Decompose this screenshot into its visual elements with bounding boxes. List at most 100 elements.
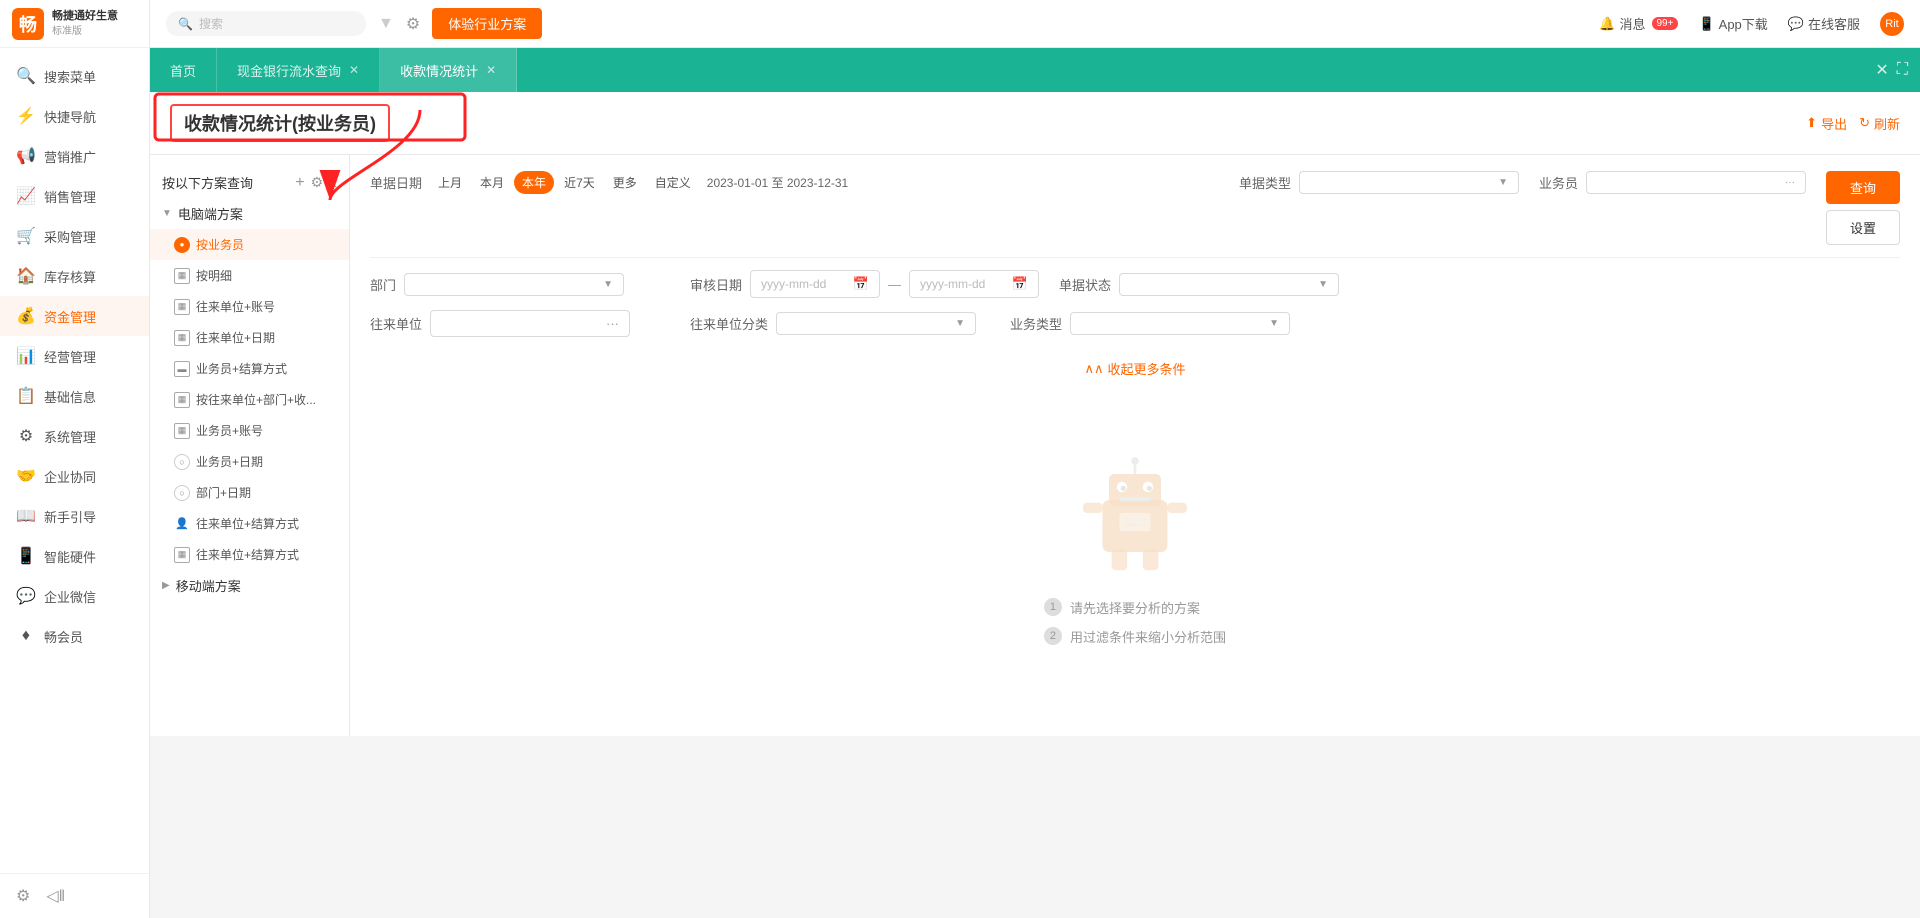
app-download-button[interactable]: 📱 App下载 (1698, 14, 1767, 33)
filter-row-3: 往来单位 ··· 往来单位分类 (370, 310, 1900, 337)
right-panel: 单据日期 上月 本月 本年 近7天 更多 自定义 (350, 155, 1920, 736)
sales-icon: 📈 (16, 186, 36, 206)
partner-settle2-icon: ▦ (174, 547, 190, 563)
member-icon: ♦ (16, 626, 36, 646)
scheme-settings-icon[interactable]: ⚙ (311, 174, 324, 191)
date-btn-7days[interactable]: 近7天 (556, 171, 603, 194)
tab-bank-close[interactable]: ✕ (349, 63, 359, 77)
settings-button[interactable]: 设置 (1826, 210, 1900, 245)
guide-icon: 📖 (16, 506, 36, 526)
scheme-item-salesperson-date[interactable]: ○ 业务员+日期 (150, 446, 349, 477)
page-title: 收款情况统计(按业务员) (170, 104, 390, 142)
window-expand-btn[interactable]: ⛶ (1897, 61, 1908, 79)
sidebar-item-purchase[interactable]: 🛒 采购管理 (0, 216, 149, 256)
online-service-button[interactable]: 💬 在线客服 (1788, 14, 1860, 33)
collapse-bar[interactable]: ∧∧ 收起更多条件 (350, 349, 1920, 388)
page-content: 收款情况统计(按业务员) ⬆ 导出 ↻ 刷新 按以下方 (150, 92, 1920, 918)
scheme-item-salesperson-account[interactable]: ▦ 业务员+账号 (150, 415, 349, 446)
system-icon: ⚙ (16, 426, 36, 446)
date-range-display: 2023-01-01 至 2023-12-31 (707, 174, 848, 191)
biz-type-chevron: ▼ (1269, 318, 1279, 329)
scheme-item-partner-date[interactable]: ▦ 往来单位+日期 (150, 322, 349, 353)
filter-section: 单据日期 上月 本月 本年 近7天 更多 自定义 (350, 155, 1920, 388)
doc-type-label: 单据类型 (1239, 173, 1291, 192)
partner-category-chevron: ▼ (955, 318, 965, 329)
scheme-item-partner-settle1[interactable]: 👤 往来单位+结算方式 (150, 508, 349, 539)
date-btn-this-year[interactable]: 本年 (514, 171, 554, 194)
wechat-icon: 💬 (16, 586, 36, 606)
partner-select[interactable]: ··· (430, 310, 630, 337)
biz-type-select[interactable]: ▼ (1070, 312, 1290, 335)
partner-category-label: 往来单位分类 (690, 314, 768, 333)
message-button[interactable]: 🔔 消息 99+ (1599, 14, 1678, 33)
scheme-item-salesperson-settle[interactable]: ▬ 业务员+结算方式 (150, 353, 349, 384)
query-button[interactable]: 查询 (1826, 171, 1900, 204)
calendar-icon-2: 📅 (1012, 276, 1028, 292)
add-scheme-icon[interactable]: + (295, 174, 304, 192)
marketing-icon: 📢 (16, 146, 36, 166)
scheme-item-detail[interactable]: ▦ 按明细 (150, 260, 349, 291)
sidebar-item-marketing[interactable]: 📢 营销推广 (0, 136, 149, 176)
window-close-btn[interactable]: ✕ (1875, 60, 1888, 80)
tabbar: 首页 现金银行流水查询 ✕ 收款情况统计 ✕ ✕ ⛶ (150, 48, 1920, 92)
collapse-panel-icon[interactable]: « (329, 175, 337, 191)
review-date-label: 审核日期 (690, 275, 742, 294)
sidebar-collapse-icon[interactable]: ◁‖ (46, 886, 65, 906)
sidebar-item-member[interactable]: ♦ 畅会员 (0, 616, 149, 656)
sidebar-item-sales[interactable]: 📈 销售管理 (0, 176, 149, 216)
sidebar-item-guide[interactable]: 📖 新手引导 (0, 496, 149, 536)
sidebar-item-finance[interactable]: 💰 资金管理 (0, 296, 149, 336)
trial-button[interactable]: 体验行业方案 (432, 8, 542, 39)
sidebar-item-quicknav[interactable]: ⚡ 快捷导航 (0, 96, 149, 136)
date-btn-custom[interactable]: 自定义 (647, 171, 699, 194)
purchase-icon: 🛒 (16, 226, 36, 246)
doc-type-select[interactable]: ▼ (1299, 171, 1519, 194)
scheme-group-pc-title[interactable]: ▼ 电脑端方案 (150, 198, 349, 229)
scheme-group-mobile: ▶ 移动端方案 (150, 570, 349, 601)
date-options: 上月 本月 本年 近7天 更多 自定义 (430, 171, 699, 194)
scheme-item-partner-settle2[interactable]: ▦ 往来单位+结算方式 (150, 539, 349, 570)
refresh-button[interactable]: ↻ 刷新 (1859, 114, 1900, 133)
tab-collection-close[interactable]: ✕ (486, 63, 496, 77)
user-avatar[interactable]: Rit (1880, 12, 1904, 36)
calendar-icon: 📅 (853, 276, 869, 292)
collapse-icon: ∧∧ (1084, 361, 1103, 377)
tab-home[interactable]: 首页 (150, 48, 217, 92)
tab-collection[interactable]: 收款情况统计 ✕ (380, 48, 517, 92)
export-button[interactable]: ⬆ 导出 (1806, 114, 1847, 133)
partner-category-select[interactable]: ▼ (776, 312, 976, 335)
topbar-search[interactable]: 🔍 搜索 (166, 11, 366, 36)
dept-select[interactable]: ▼ (404, 273, 624, 296)
scheme-item-dept-date[interactable]: ○ 部门+日期 (150, 477, 349, 508)
scheme-group-mobile-title[interactable]: ▶ 移动端方案 (150, 570, 349, 601)
sidebar-item-enterprise[interactable]: 🤝 企业协同 (0, 456, 149, 496)
tab-bank[interactable]: 现金银行流水查询 ✕ (217, 48, 380, 92)
scheme-item-partner-dept[interactable]: ▦ 按往来单位+部门+收... (150, 384, 349, 415)
salesperson-settle-icon: ▬ (174, 361, 190, 377)
dropdown-icon[interactable]: ▼ (378, 15, 394, 33)
sidebar-item-operations[interactable]: 📊 经营管理 (0, 336, 149, 376)
sidebar-item-wechat[interactable]: 💬 企业微信 (0, 576, 149, 616)
sidebar-item-hardware[interactable]: 📱 智能硬件 (0, 536, 149, 576)
date-btn-this-month[interactable]: 本月 (472, 171, 512, 194)
salesperson-label: 业务员 (1539, 173, 1578, 192)
sidebar-settings-icon[interactable]: ⚙ (16, 886, 30, 906)
date-btn-last-month[interactable]: 上月 (430, 171, 470, 194)
empty-robot-illustration (1070, 448, 1200, 578)
scheme-item-salesperson[interactable]: ● 按业务员 (150, 229, 349, 260)
logo-icon: 畅 (12, 8, 44, 40)
review-date-from[interactable]: yyyy-mm-dd 📅 (750, 270, 880, 298)
enterprise-icon: 🤝 (16, 466, 36, 486)
scheme-item-partner-account[interactable]: ▦ 往来单位+账号 (150, 291, 349, 322)
partner-dept-icon: ▦ (174, 392, 190, 408)
date-btn-more[interactable]: 更多 (605, 171, 645, 194)
biz-type-label: 业务类型 (1010, 314, 1062, 333)
sidebar-item-system[interactable]: ⚙ 系统管理 (0, 416, 149, 456)
sidebar-item-warehouse[interactable]: 🏠 库存核算 (0, 256, 149, 296)
salesperson-select[interactable]: ··· (1586, 171, 1806, 194)
topbar-settings-icon[interactable]: ⚙ (406, 14, 420, 34)
review-date-to[interactable]: yyyy-mm-dd 📅 (909, 270, 1039, 298)
sidebar-item-basic[interactable]: 📋 基础信息 (0, 376, 149, 416)
sidebar-item-search[interactable]: 🔍 搜索菜单 (0, 56, 149, 96)
doc-status-select[interactable]: ▼ (1119, 273, 1339, 296)
